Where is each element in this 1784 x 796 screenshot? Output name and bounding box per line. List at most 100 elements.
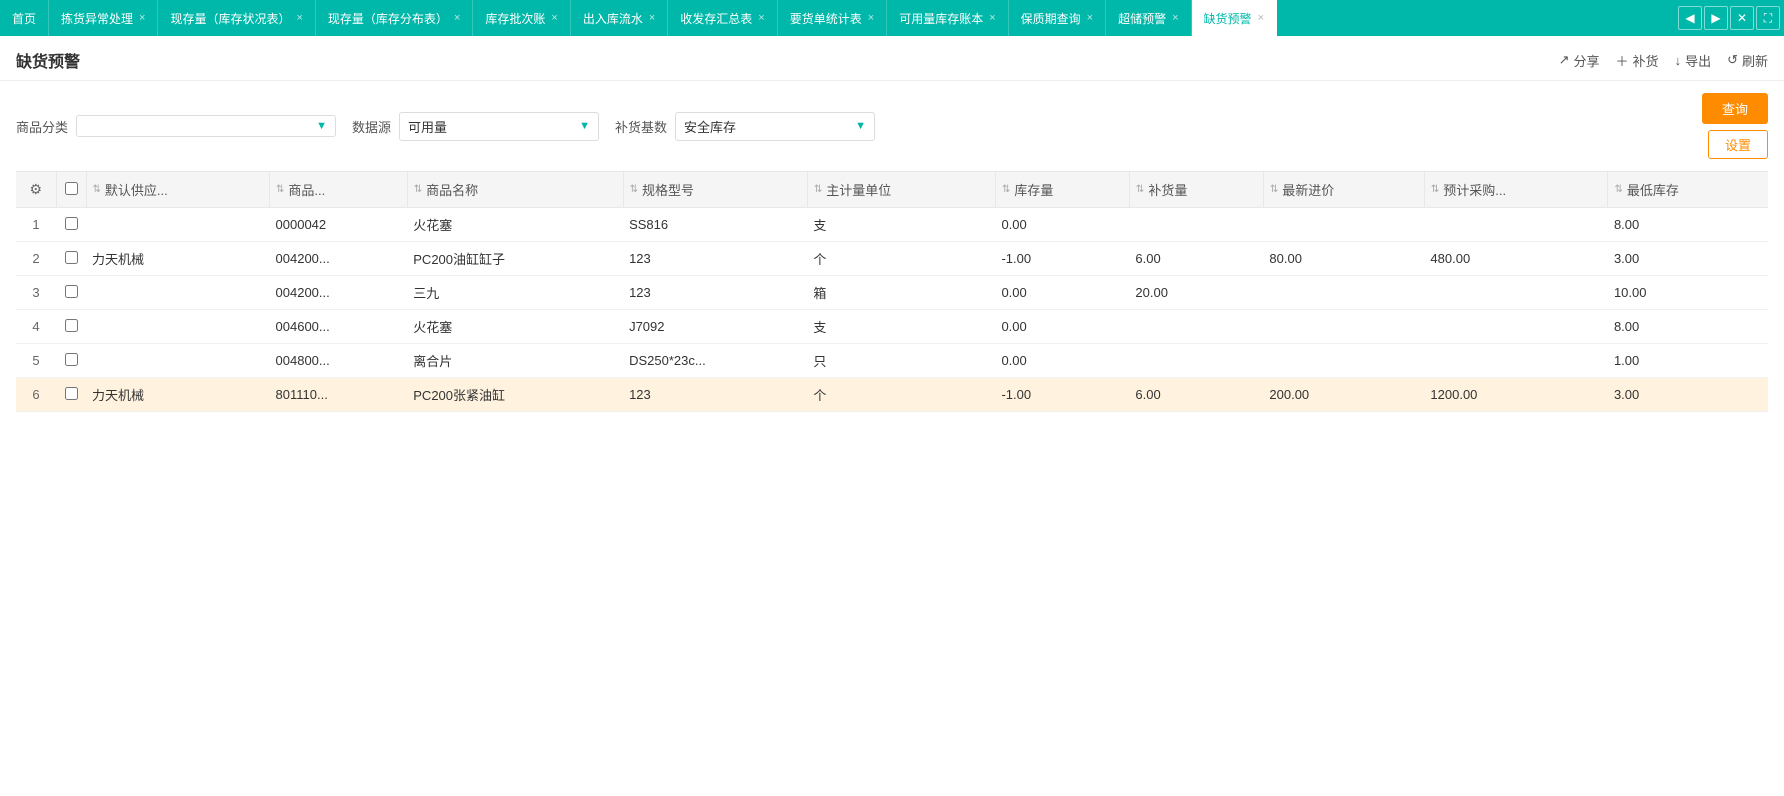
- tab-close-requisition-stats[interactable]: ×: [868, 12, 874, 24]
- th-name-label: 商品名称: [426, 180, 478, 199]
- replenish-base-label: 补货基数: [615, 117, 667, 136]
- replenish-button[interactable]: ＋ 补货: [1616, 51, 1659, 70]
- tab-close-inout-flow[interactable]: ×: [649, 12, 655, 24]
- spec-cell: J7092: [623, 310, 807, 344]
- tab-abnormal[interactable]: 拣货异常处理×: [49, 0, 158, 36]
- replenish-qty-cell: 6.00: [1129, 378, 1263, 412]
- setting-button[interactable]: 设置: [1708, 130, 1768, 159]
- th-product-code: ⇅ 商品...: [270, 172, 408, 208]
- min-stock-cell: 10.00: [1608, 276, 1768, 310]
- th-min-stock: ⇅ 最低库存: [1608, 172, 1768, 208]
- sort-minstock-icon: ⇅: [1614, 184, 1622, 195]
- tab-receive-summary[interactable]: 收发存汇总表×: [668, 0, 777, 36]
- tab-prev-button[interactable]: ◀: [1678, 6, 1702, 30]
- tab-home[interactable]: 首页: [0, 0, 49, 36]
- refresh-label: 刷新: [1742, 51, 1768, 70]
- tab-close-shortage-warning[interactable]: ×: [1258, 12, 1264, 24]
- unit-cell: 个: [807, 242, 995, 276]
- replenish-base-value: 安全库存: [684, 117, 736, 136]
- row-checkbox[interactable]: [65, 353, 78, 366]
- code-cell: 004800...: [270, 344, 408, 378]
- min-stock-cell: 8.00: [1608, 310, 1768, 344]
- tab-close-receive-summary[interactable]: ×: [758, 12, 764, 24]
- tab-close-batch-account[interactable]: ×: [551, 12, 557, 24]
- page-title: 缺货预警: [16, 48, 80, 72]
- row-number: 3: [16, 276, 56, 310]
- tab-close-available-ledger[interactable]: ×: [989, 12, 995, 24]
- unit-cell: 只: [807, 344, 995, 378]
- datasource-select[interactable]: 可用量 ▼: [399, 112, 599, 141]
- select-all-checkbox[interactable]: [65, 182, 78, 195]
- unit-cell: 支: [807, 208, 995, 242]
- th-minstock-label: 最低库存: [1627, 180, 1679, 199]
- th-replenish-label: 补货量: [1148, 180, 1187, 199]
- sort-est-icon: ⇅: [1431, 184, 1439, 195]
- row-checkbox-cell: [56, 344, 86, 378]
- sort-price-icon: ⇅: [1270, 184, 1278, 195]
- tab-close-overstock-warning[interactable]: ×: [1172, 12, 1178, 24]
- code-cell: 004200...: [270, 276, 408, 310]
- name-cell: PC200张紧油缸: [407, 378, 623, 412]
- export-button[interactable]: ↓ 导出: [1675, 51, 1712, 70]
- sort-supplier-icon: ⇅: [93, 184, 101, 195]
- datasource-value: 可用量: [408, 117, 447, 136]
- stock-cell: 0.00: [995, 344, 1129, 378]
- latest-price-cell: 80.00: [1263, 242, 1424, 276]
- table-row: 2力天机械004200...PC200油缸缸子123个-1.006.0080.0…: [16, 242, 1768, 276]
- th-product-name: ⇅ 商品名称: [407, 172, 623, 208]
- est-purchase-cell: [1424, 310, 1608, 344]
- latest-price-cell: [1263, 310, 1424, 344]
- row-checkbox[interactable]: [65, 387, 78, 400]
- table-row: 10000042火花塞SS816支0.008.00: [16, 208, 1768, 242]
- stock-cell: -1.00: [995, 378, 1129, 412]
- share-button[interactable]: ↗ 分享: [1559, 51, 1600, 70]
- tab-overstock-warning[interactable]: 超储预警×: [1106, 0, 1191, 36]
- refresh-button[interactable]: ↺ 刷新: [1727, 51, 1768, 70]
- tab-inventory-status[interactable]: 现存量（库存状况表）×: [158, 0, 315, 36]
- row-checkbox[interactable]: [65, 319, 78, 332]
- est-purchase-cell: 480.00: [1424, 242, 1608, 276]
- replenish-base-select[interactable]: 安全库存 ▼: [675, 112, 875, 141]
- row-checkbox[interactable]: [65, 251, 78, 264]
- replenish-qty-cell: [1129, 344, 1263, 378]
- tab-close-button[interactable]: ✕: [1730, 6, 1754, 30]
- datasource-dropdown-arrow: ▼: [579, 120, 590, 132]
- tab-shortage-warning[interactable]: 缺货预警×: [1192, 0, 1277, 36]
- settings-gear-icon[interactable]: ⚙: [29, 181, 42, 197]
- th-spec-label: 规格型号: [642, 180, 694, 199]
- tab-inout-flow[interactable]: 出入库流水×: [571, 0, 668, 36]
- category-select[interactable]: ▼: [76, 115, 336, 137]
- est-purchase-cell: [1424, 208, 1608, 242]
- main-content: 缺货预警 ↗ 分享 ＋ 补货 ↓ 导出 ↺ 刷新 商品分类: [0, 36, 1784, 796]
- tab-close-expiry-query[interactable]: ×: [1087, 12, 1093, 24]
- table-row: 5004800...离合片DS250*23c...只0.001.00: [16, 344, 1768, 378]
- row-checkbox-cell: [56, 242, 86, 276]
- tab-available-ledger[interactable]: 可用量库存账本×: [887, 0, 1008, 36]
- query-button[interactable]: 查询: [1702, 93, 1768, 124]
- export-icon: ↓: [1675, 53, 1682, 68]
- tab-expiry-query[interactable]: 保质期查询×: [1009, 0, 1106, 36]
- unit-cell: 个: [807, 378, 995, 412]
- tab-batch-account[interactable]: 库存批次账×: [473, 0, 570, 36]
- tab-next-button[interactable]: ▶: [1704, 6, 1728, 30]
- replenish-qty-cell: [1129, 310, 1263, 344]
- latest-price-cell: [1263, 344, 1424, 378]
- replenish-icon: ＋: [1616, 51, 1629, 70]
- table-container: ⚙ ⇅ 默认供应... ⇅ 商品...: [0, 171, 1784, 412]
- th-checkbox: [56, 172, 86, 208]
- tab-close-inventory-dist[interactable]: ×: [454, 12, 460, 24]
- th-spec: ⇅ 规格型号: [623, 172, 807, 208]
- row-checkbox[interactable]: [65, 285, 78, 298]
- name-cell: 离合片: [407, 344, 623, 378]
- replenish-qty-cell: 6.00: [1129, 242, 1263, 276]
- code-cell: 004600...: [270, 310, 408, 344]
- row-checkbox[interactable]: [65, 217, 78, 230]
- row-number: 2: [16, 242, 56, 276]
- th-stock: ⇅ 库存量: [995, 172, 1129, 208]
- tab-close-inventory-status[interactable]: ×: [296, 12, 302, 24]
- tab-inventory-dist[interactable]: 现存量（库存分布表）×: [316, 0, 473, 36]
- tab-fullscreen-button[interactable]: ⛶: [1756, 6, 1780, 30]
- tab-close-abnormal[interactable]: ×: [139, 12, 145, 24]
- page-header: 缺货预警 ↗ 分享 ＋ 补货 ↓ 导出 ↺ 刷新: [0, 36, 1784, 81]
- tab-requisition-stats[interactable]: 要货单统计表×: [778, 0, 887, 36]
